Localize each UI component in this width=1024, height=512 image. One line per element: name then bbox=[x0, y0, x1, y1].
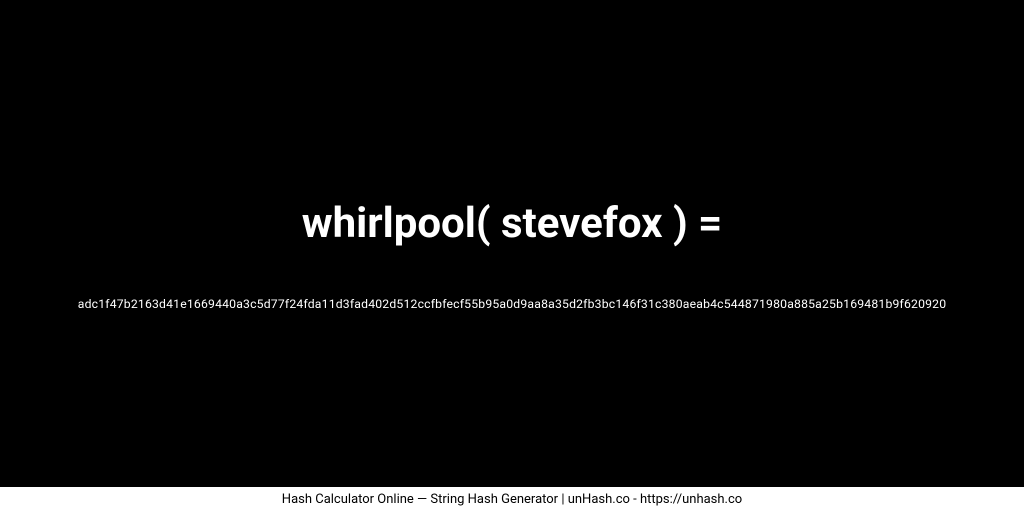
main-content: whirlpool( stevefox ) = adc1f47b2163d41e… bbox=[0, 0, 1024, 512]
hash-result-value: adc1f47b2163d41e1669440a3c5d77f24fda11d3… bbox=[78, 296, 947, 313]
hash-expression-heading: whirlpool( stevefox ) = bbox=[302, 199, 723, 248]
footer-attribution: Hash Calculator Online — String Hash Gen… bbox=[0, 487, 1024, 512]
